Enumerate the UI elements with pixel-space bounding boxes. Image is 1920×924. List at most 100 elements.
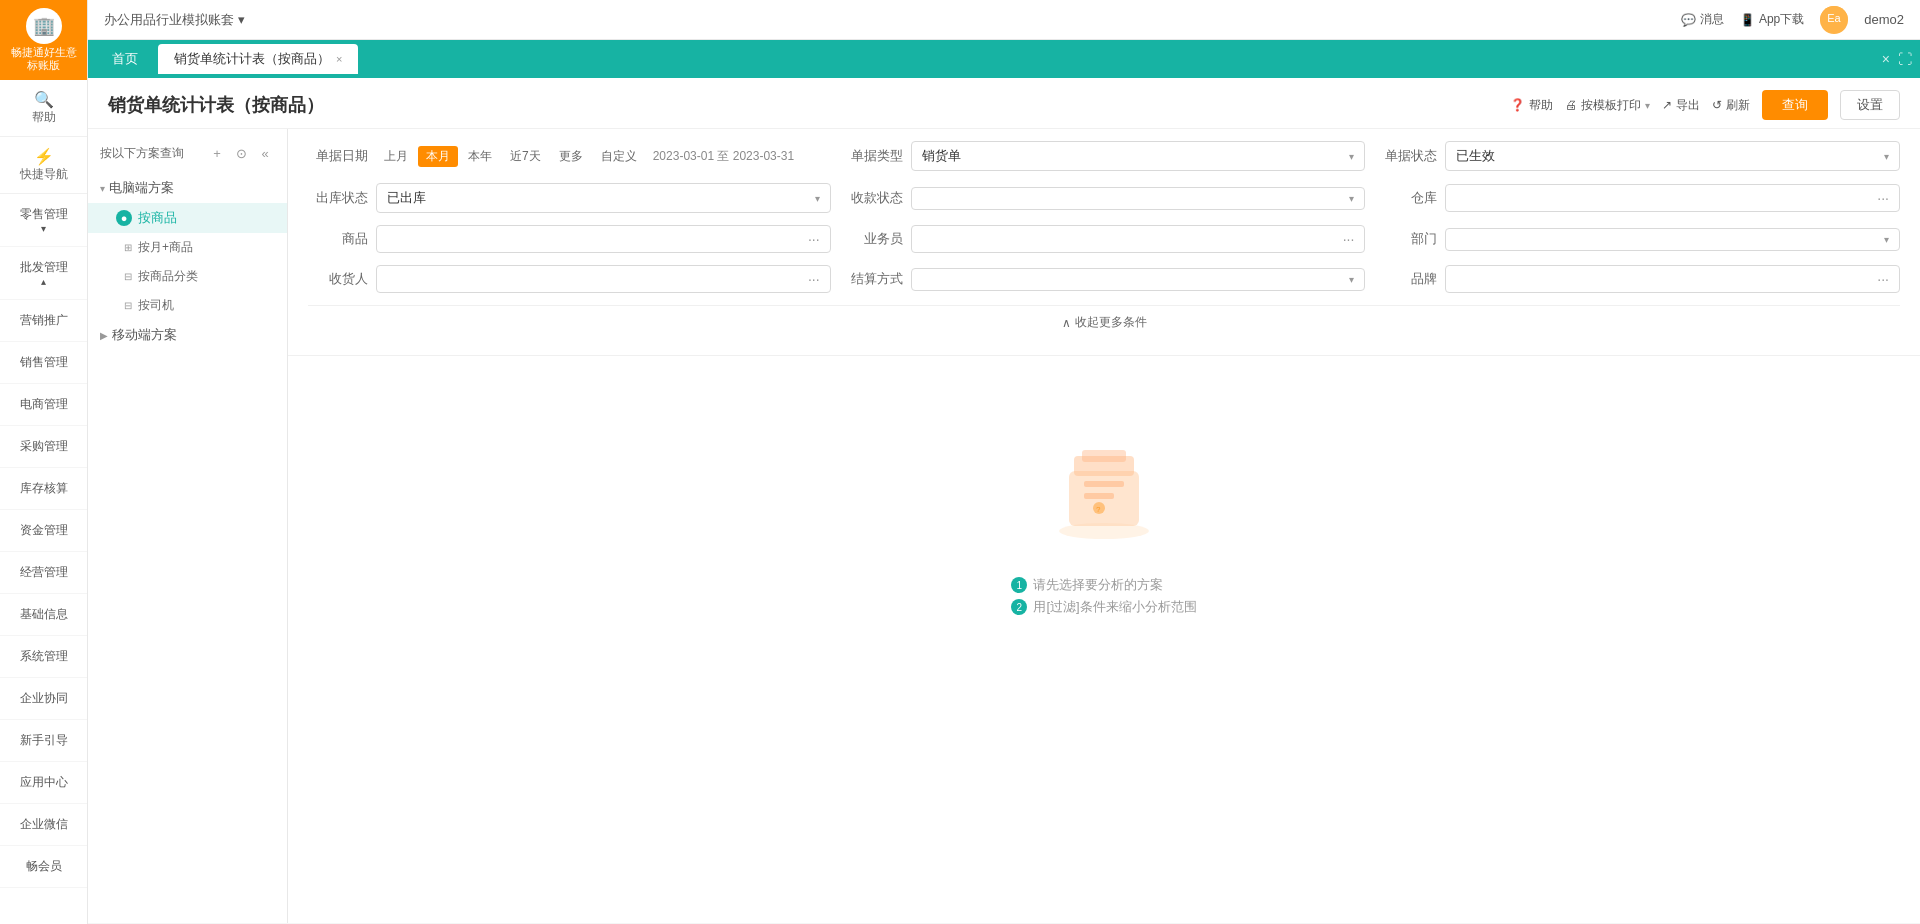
salesperson-more-icon[interactable]: ··· xyxy=(1343,231,1355,247)
print-dropdown-icon[interactable]: ▾ xyxy=(1645,100,1650,111)
tab-home[interactable]: 首页 xyxy=(96,44,154,74)
filter-warehouse: 仓库 ··· xyxy=(1377,184,1900,212)
filter-goods: 商品 ··· xyxy=(308,225,831,253)
help-button[interactable]: ❓ 帮助 xyxy=(1510,97,1553,114)
sidebar-item-inventory[interactable]: 库存核算 xyxy=(0,468,87,510)
search-menu-label: 帮助 xyxy=(0,109,87,126)
add-scheme-button[interactable]: + xyxy=(207,143,227,163)
collapse-scheme-button[interactable]: « xyxy=(255,143,275,163)
sidebar-item-apps[interactable]: 应用中心 xyxy=(0,762,87,804)
app-download-button[interactable]: 📱 App下载 xyxy=(1740,11,1804,28)
sidebar-item-system[interactable]: 系统管理 xyxy=(0,636,87,678)
dept-select[interactable]: ▾ xyxy=(1445,228,1900,251)
minimize-button[interactable]: × xyxy=(1882,51,1890,67)
brand-more-icon[interactable]: ··· xyxy=(1877,271,1889,287)
scheme-item-by-driver[interactable]: ⊟ 按司机 xyxy=(88,291,287,320)
help-label: 帮助 xyxy=(1529,97,1553,114)
sidebar-item-retail[interactable]: 零售管理▾ xyxy=(0,194,87,247)
scheme-item-by-category[interactable]: ⊟ 按商品分类 xyxy=(88,262,287,291)
pc-group-expand-icon: ▾ xyxy=(100,183,105,194)
date-tab-more[interactable]: 更多 xyxy=(551,146,591,167)
nav-items: 零售管理▾ 批发管理▴ 营销推广 销售管理 电商管理 采购管理 库存核算 资金管… xyxy=(0,194,87,924)
scheme-group-mobile[interactable]: ▶ 移动端方案 xyxy=(88,320,287,350)
user-avatar[interactable] xyxy=(1820,6,1848,34)
settlement-dropdown-icon: ▾ xyxy=(1349,274,1354,285)
date-tabs: 上月 本月 本年 近7天 更多 自定义 xyxy=(376,146,645,167)
date-tab-this-month[interactable]: 本月 xyxy=(418,146,458,167)
user-name[interactable]: demo2 xyxy=(1864,12,1904,27)
out-status-select[interactable]: 已出库 ▾ xyxy=(376,183,831,213)
pc-group-label: 电脑端方案 xyxy=(109,179,174,197)
app-name: 畅捷通好生意 xyxy=(4,46,83,59)
warehouse-more-icon[interactable]: ··· xyxy=(1877,190,1889,206)
filter-panel: 单据日期 上月 本月 本年 近7天 更多 自定义 xyxy=(288,129,1920,351)
empty-icon: ? xyxy=(1044,436,1164,556)
export-button[interactable]: ↗ 导出 xyxy=(1662,97,1700,114)
receiver-input[interactable]: ··· xyxy=(376,265,831,293)
sidebar-item-sales[interactable]: 销售管理 xyxy=(0,342,87,384)
doc-type-value: 销货单 xyxy=(922,147,961,165)
collapse-bar[interactable]: ∧ 收起更多条件 xyxy=(308,305,1900,339)
collapse-label: 收起更多条件 xyxy=(1075,314,1147,331)
scheme-item-by-month-goods[interactable]: ⊞ 按月+商品 xyxy=(88,233,287,262)
brand-label: 品牌 xyxy=(1377,270,1437,288)
app-subtitle: 标账版 xyxy=(4,59,83,72)
settlement-label: 结算方式 xyxy=(843,270,903,288)
doc-type-select[interactable]: 销货单 ▾ xyxy=(911,141,1366,171)
sidebar-item-search[interactable]: 🔍 帮助 xyxy=(0,80,87,137)
doc-type-dropdown-icon: ▾ xyxy=(1349,151,1354,162)
goods-more-icon[interactable]: ··· xyxy=(808,231,820,247)
app-download-label: App下载 xyxy=(1759,11,1804,28)
category-icon: ⊟ xyxy=(124,271,132,282)
logo-area[interactable]: 🏢 畅捷通好生意 标账版 xyxy=(0,0,87,80)
warehouse-input[interactable]: ··· xyxy=(1445,184,1900,212)
goods-input[interactable]: ··· xyxy=(376,225,831,253)
date-tab-last-month[interactable]: 上月 xyxy=(376,146,416,167)
sidebar-item-operations[interactable]: 经营管理 xyxy=(0,552,87,594)
sidebar-item-basic[interactable]: 基础信息 xyxy=(0,594,87,636)
sidebar-item-member[interactable]: 畅会员 xyxy=(0,846,87,888)
payment-select[interactable]: ▾ xyxy=(911,187,1366,210)
sidebar-item-enterprise[interactable]: 企业协同 xyxy=(0,678,87,720)
help-icon: ❓ xyxy=(1510,98,1525,112)
svg-rect-3 xyxy=(1082,450,1126,462)
maximize-button[interactable]: ⛶ xyxy=(1898,51,1912,67)
sidebar-item-purchase[interactable]: 采购管理 xyxy=(0,426,87,468)
salesperson-input[interactable]: ··· xyxy=(911,225,1366,253)
out-status-label: 出库状态 xyxy=(308,189,368,207)
sidebar-item-wechat[interactable]: 企业微信 xyxy=(0,804,87,846)
sidebar-item-ecommerce[interactable]: 电商管理 xyxy=(0,384,87,426)
scheme-item-by-goods-label: 按商品 xyxy=(138,209,177,227)
edit-scheme-button[interactable]: ⊙ xyxy=(231,143,251,163)
sidebar-item-finance[interactable]: 资金管理 xyxy=(0,510,87,552)
tab-active[interactable]: 销货单统计计表（按商品） × xyxy=(158,44,358,74)
date-tab-this-year[interactable]: 本年 xyxy=(460,146,500,167)
scheme-group-pc-title[interactable]: ▾ 电脑端方案 xyxy=(88,173,287,203)
sidebar-item-guide[interactable]: 新手引导 xyxy=(0,720,87,762)
scheme-header: 按以下方案查询 + ⊙ « xyxy=(88,137,287,169)
refresh-button[interactable]: ↺ 刷新 xyxy=(1712,97,1750,114)
receiver-label: 收货人 xyxy=(308,270,368,288)
scheme-item-by-goods[interactable]: ● 按商品 xyxy=(88,203,287,233)
sidebar-item-wholesale[interactable]: 批发管理▴ xyxy=(0,247,87,300)
doc-status-select[interactable]: 已生效 ▾ xyxy=(1445,141,1900,171)
receiver-more-icon[interactable]: ··· xyxy=(808,271,820,287)
date-tab-custom[interactable]: 自定义 xyxy=(593,146,645,167)
app-selector[interactable]: 办公用品行业模拟账套 ▾ xyxy=(104,11,245,29)
message-button[interactable]: 💬 消息 xyxy=(1681,11,1724,28)
query-button[interactable]: 查询 xyxy=(1762,90,1828,120)
quick-nav-label: 快捷导航 xyxy=(0,166,87,183)
brand-input[interactable]: ··· xyxy=(1445,265,1900,293)
print-button[interactable]: 🖨 按模板打印 ▾ xyxy=(1565,97,1650,114)
date-tab-7days[interactable]: 近7天 xyxy=(502,146,549,167)
warehouse-label: 仓库 xyxy=(1377,189,1437,207)
filter-receiver: 收货人 ··· xyxy=(308,265,831,293)
close-tab-button[interactable]: × xyxy=(336,53,342,65)
settings-button[interactable]: 设置 xyxy=(1840,90,1900,120)
sidebar-item-marketing[interactable]: 营销推广 xyxy=(0,300,87,342)
settlement-select[interactable]: ▾ xyxy=(911,268,1366,291)
topbar: 办公用品行业模拟账套 ▾ 💬 消息 📱 App下载 demo2 xyxy=(88,0,1920,40)
filter-row-4: 收货人 ··· 结算方式 xyxy=(308,265,1900,293)
sidebar-item-quick-nav[interactable]: ⚡ 快捷导航 xyxy=(0,137,87,194)
message-label: 消息 xyxy=(1700,11,1724,28)
